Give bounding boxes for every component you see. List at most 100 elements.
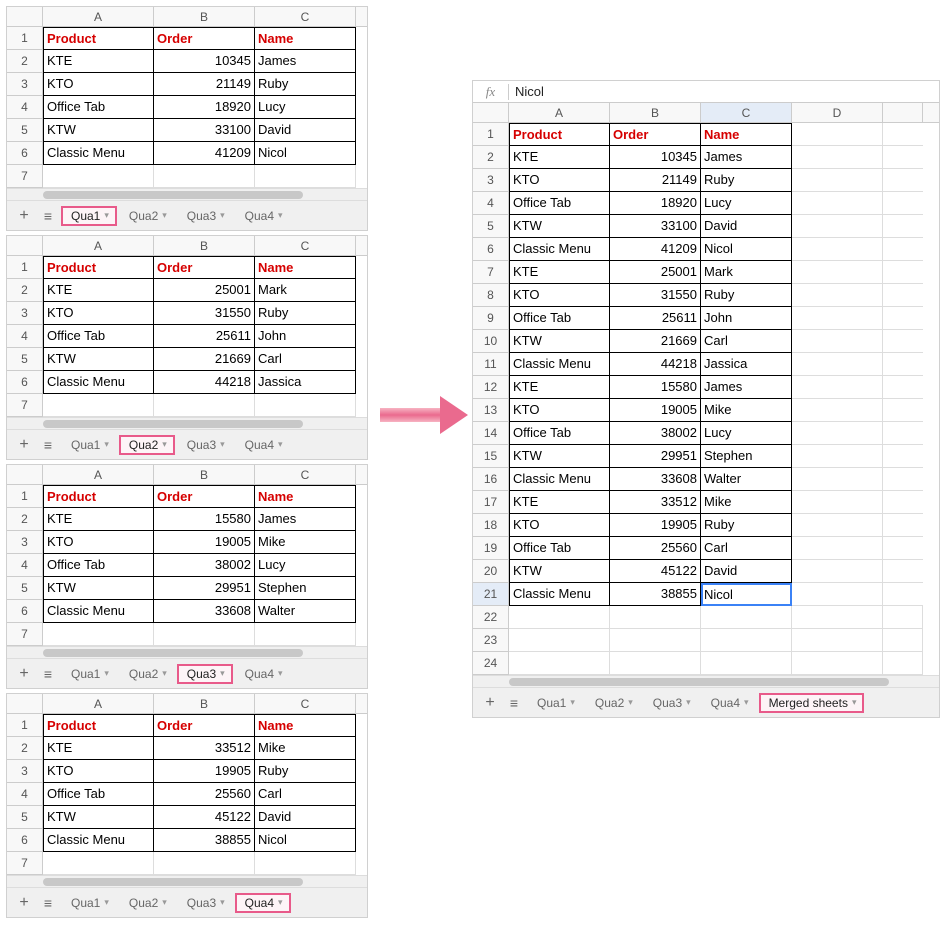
tab-qua2[interactable]: Qua2▾ [585, 693, 641, 713]
row-header[interactable]: 4 [7, 554, 43, 577]
cell[interactable] [792, 445, 883, 468]
sheet-menu-button[interactable]: ≡ [503, 692, 525, 714]
cell[interactable]: 31550 [154, 302, 255, 325]
row-header[interactable]: 1 [7, 714, 43, 737]
cell[interactable] [792, 238, 883, 261]
cell[interactable]: Classic Menu [43, 142, 154, 165]
cell[interactable]: 45122 [154, 806, 255, 829]
cell[interactable]: KTE [43, 737, 154, 760]
cell[interactable]: Walter [255, 600, 356, 623]
cell[interactable]: Mark [701, 261, 792, 284]
cell[interactable]: KTO [509, 514, 610, 537]
row-header[interactable]: 4 [7, 325, 43, 348]
cell[interactable]: Jassica [701, 353, 792, 376]
cell[interactable]: Office Tab [43, 783, 154, 806]
cell[interactable] [792, 169, 883, 192]
col-header-c[interactable]: C [255, 7, 356, 26]
cell[interactable]: Nicol [255, 829, 356, 852]
cell[interactable]: 21149 [610, 169, 701, 192]
cell[interactable] [883, 238, 923, 261]
cell[interactable]: 21669 [154, 348, 255, 371]
tab-q2[interactable]: Qua2▾ [119, 206, 175, 226]
row-header[interactable]: 3 [7, 531, 43, 554]
cell[interactable]: 21149 [154, 73, 255, 96]
col-header-c[interactable]: C [255, 236, 356, 255]
cell[interactable] [883, 560, 923, 583]
cell[interactable]: Classic Menu [509, 353, 610, 376]
tab-qua3[interactable]: Qua3▾ [643, 693, 699, 713]
cell[interactable]: Mike [255, 531, 356, 554]
cell[interactable]: 25001 [154, 279, 255, 302]
cell[interactable] [792, 307, 883, 330]
cell[interactable] [792, 376, 883, 399]
cell[interactable] [883, 353, 923, 376]
cell[interactable]: 19005 [154, 531, 255, 554]
row-header[interactable]: 16 [473, 468, 509, 491]
cell[interactable]: Nicol [701, 583, 792, 606]
cell[interactable]: 31550 [610, 284, 701, 307]
row-header[interactable]: 3 [473, 169, 509, 192]
add-sheet-button[interactable]: + [479, 692, 501, 714]
cell-order-header[interactable]: Order [154, 256, 255, 279]
cell[interactable]: 33608 [610, 468, 701, 491]
cell[interactable]: 25560 [154, 783, 255, 806]
cell[interactable]: 10345 [610, 146, 701, 169]
horizontal-scrollbar[interactable] [7, 875, 367, 887]
cell-name-header[interactable]: Name [255, 27, 356, 50]
cell-name-header[interactable]: Name [255, 714, 356, 737]
row-header[interactable]: 21 [473, 583, 509, 606]
cell[interactable] [883, 169, 923, 192]
cell[interactable]: Classic Menu [43, 829, 154, 852]
tab-q3[interactable]: Qua3▾ [177, 206, 233, 226]
cell[interactable]: KTE [509, 491, 610, 514]
col-header-c[interactable]: C [255, 694, 356, 713]
tab-qua4[interactable]: Qua4▾ [701, 693, 757, 713]
cell-order-header[interactable]: Order [154, 27, 255, 50]
col-header-d[interactable]: D [792, 103, 883, 122]
tab-q3[interactable]: Qua3▾ [177, 893, 233, 913]
cell[interactable] [883, 146, 923, 169]
row-header[interactable]: 5 [7, 348, 43, 371]
cell[interactable]: Ruby [701, 169, 792, 192]
cell[interactable]: Office Tab [509, 307, 610, 330]
cell[interactable]: John [255, 325, 356, 348]
cell-name-header[interactable]: Name [255, 485, 356, 508]
cell[interactable] [883, 376, 923, 399]
cell[interactable] [883, 583, 923, 606]
sheet-menu-button[interactable]: ≡ [37, 892, 59, 914]
cell[interactable]: Ruby [701, 514, 792, 537]
cell[interactable]: Classic Menu [509, 468, 610, 491]
cell[interactable] [792, 537, 883, 560]
row-header[interactable]: 4 [7, 96, 43, 119]
cell[interactable] [883, 123, 923, 146]
cell[interactable]: KTW [509, 215, 610, 238]
cell[interactable] [883, 537, 923, 560]
cell[interactable] [883, 192, 923, 215]
cell[interactable]: KTW [509, 445, 610, 468]
cell[interactable] [792, 583, 883, 606]
cell[interactable]: Classic Menu [509, 238, 610, 261]
row-header[interactable]: 22 [473, 606, 509, 629]
row-header[interactable]: 1 [7, 256, 43, 279]
tab-q1[interactable]: Qua1▾ [61, 664, 117, 684]
cell[interactable]: Mike [255, 737, 356, 760]
cell[interactable]: 33512 [154, 737, 255, 760]
row-header[interactable]: 5 [7, 119, 43, 142]
cell[interactable] [883, 491, 923, 514]
cell[interactable]: KTO [43, 73, 154, 96]
cell[interactable] [792, 353, 883, 376]
col-header-b[interactable]: B [154, 7, 255, 26]
row-header[interactable]: 17 [473, 491, 509, 514]
row-header[interactable]: 5 [7, 577, 43, 600]
cell[interactable] [883, 445, 923, 468]
cell[interactable]: KTE [509, 261, 610, 284]
cell[interactable]: Office Tab [509, 537, 610, 560]
cell[interactable]: 10345 [154, 50, 255, 73]
col-header-a[interactable]: A [43, 694, 154, 713]
tab-q4[interactable]: Qua4▾ [235, 206, 291, 226]
cell[interactable]: Nicol [701, 238, 792, 261]
cell-name-header[interactable]: Name [701, 123, 792, 146]
row-header[interactable]: 13 [473, 399, 509, 422]
cell[interactable]: John [701, 307, 792, 330]
row-header[interactable]: 4 [7, 783, 43, 806]
